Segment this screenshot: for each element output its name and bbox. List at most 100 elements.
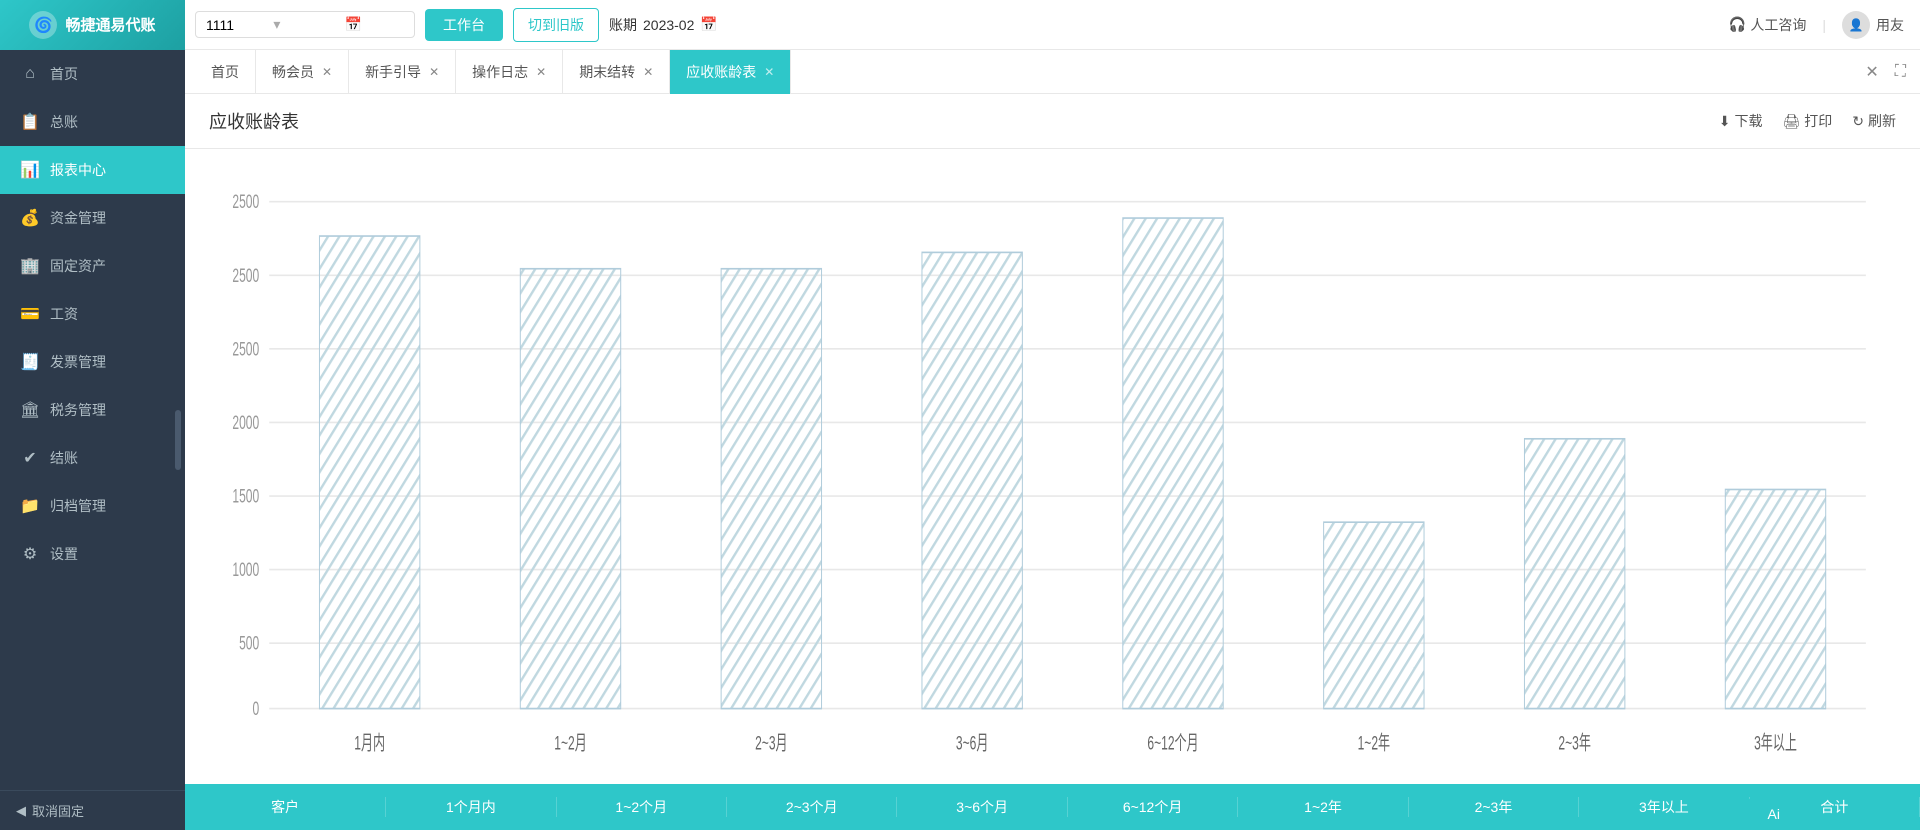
user-menu[interactable]: 👤 用友	[1842, 11, 1904, 39]
user-name: 用友	[1876, 15, 1904, 35]
sidebar-label-settings: 设置	[50, 544, 78, 564]
sidebar-label-assets: 固定资产	[50, 256, 106, 276]
tab-log-label: 操作日志	[472, 62, 528, 82]
sidebar-pin-toggle[interactable]: ◀ 取消固定	[0, 790, 185, 830]
col-2-3year: 2~3年	[1409, 797, 1579, 817]
col-1-2year: 1~2年	[1238, 797, 1408, 817]
sidebar-item-archive[interactable]: 📁 归档管理	[0, 482, 185, 530]
salary-icon: 💳	[20, 304, 40, 324]
sidebar-label-checkout: 结账	[50, 448, 78, 468]
sidebar-label-archive: 归档管理	[50, 496, 106, 516]
pin-icon: ◀	[16, 803, 26, 819]
invoice-icon: 🧾	[20, 352, 40, 372]
calendar-icon[interactable]: 📅	[345, 16, 404, 33]
tab-home[interactable]: 首页	[195, 50, 256, 94]
print-label: 打印	[1804, 111, 1832, 131]
tab-member[interactable]: 畅会员 ✕	[256, 50, 349, 94]
svg-text:2~3年: 2~3年	[1558, 733, 1590, 755]
svg-text:2~3月: 2~3月	[755, 733, 787, 755]
consult-label: 人工咨询	[1750, 15, 1806, 35]
svg-text:0: 0	[253, 698, 260, 720]
tab-period-end[interactable]: 期末结转 ✕	[563, 50, 670, 94]
consult-button[interactable]: 🎧 人工咨询	[1729, 15, 1806, 35]
sidebar-label-ledger: 总账	[50, 112, 78, 132]
tab-period-end-label: 期末结转	[579, 62, 635, 82]
svg-text:6~12个月: 6~12个月	[1147, 733, 1198, 755]
tab-member-close[interactable]: ✕	[322, 65, 332, 79]
download-label: 下载	[1734, 111, 1762, 131]
sidebar-item-checkout[interactable]: ✔ 结账	[0, 434, 185, 482]
sidebar-label-tax: 税务管理	[50, 400, 106, 420]
tab-aging-label: 应收账龄表	[686, 62, 756, 82]
tab-bar: 首页 畅会员 ✕ 新手引导 ✕ 操作日志 ✕ 期末结转 ✕ 应收账龄表 ✕	[185, 50, 1920, 94]
close-all-tabs-button[interactable]: ✕	[1861, 58, 1882, 86]
sidebar-item-invoice[interactable]: 🧾 发票管理	[0, 338, 185, 386]
dropdown-icon: ▾	[273, 16, 332, 33]
workbench-button[interactable]: 工作台	[425, 9, 503, 41]
ai-label: Ai	[1768, 806, 1780, 822]
settings-icon: ⚙	[20, 544, 40, 564]
sidebar-item-salary[interactable]: 💳 工资	[0, 290, 185, 338]
sidebar-item-funds[interactable]: 💰 资金管理	[0, 194, 185, 242]
pin-label: 取消固定	[32, 801, 84, 820]
home-icon: ⌂	[20, 65, 40, 83]
refresh-label: 刷新	[1868, 111, 1896, 131]
sidebar-item-ledger[interactable]: 📋 总账	[0, 98, 185, 146]
svg-text:1~2月: 1~2月	[554, 733, 586, 755]
tab-guide[interactable]: 新手引导 ✕	[349, 50, 456, 94]
svg-text:1~2年: 1~2年	[1358, 733, 1390, 755]
sidebar-nav: ⌂ 首页 📋 总账 📊 报表中心 💰 资金管理 🏢 固定资产 💳 工资	[0, 50, 185, 790]
app-name: 畅捷通易代账	[65, 14, 155, 35]
tab-log[interactable]: 操作日志 ✕	[456, 50, 563, 94]
scroll-indicator	[175, 410, 181, 470]
reports-icon: 📊	[20, 160, 40, 180]
svg-text:1500: 1500	[232, 486, 259, 508]
svg-text:3~6月: 3~6月	[956, 733, 988, 755]
ai-badge[interactable]: Ai	[1748, 798, 1800, 830]
company-name: 1111	[206, 17, 265, 33]
tab-actions: ✕ ⛶	[1861, 58, 1910, 86]
col-3year-plus: 3年以上	[1579, 797, 1749, 817]
tab-aging[interactable]: 应收账龄表 ✕	[670, 50, 791, 94]
refresh-button[interactable]: ↻ 刷新	[1852, 111, 1896, 131]
app-logo: 🌀 畅捷通易代账	[0, 0, 185, 50]
sidebar-item-assets[interactable]: 🏢 固定资产	[0, 242, 185, 290]
ledger-icon: 📋	[20, 112, 40, 132]
sidebar-item-settings[interactable]: ⚙ 设置	[0, 530, 185, 578]
svg-text:1000: 1000	[232, 559, 259, 581]
page-title: 应收账龄表	[209, 108, 299, 134]
download-icon: ⬇	[1719, 113, 1731, 130]
tab-guide-close[interactable]: ✕	[429, 65, 439, 79]
period-area: 账期 2023-02 📅	[609, 15, 718, 35]
period-calendar-icon[interactable]: 📅	[700, 16, 717, 33]
col-6-12month: 6~12个月	[1068, 797, 1238, 817]
tab-period-end-close[interactable]: ✕	[643, 65, 653, 79]
svg-text:3年以上: 3年以上	[1754, 733, 1797, 755]
sidebar-item-home[interactable]: ⌂ 首页	[0, 50, 185, 98]
print-button[interactable]: 🖨 打印	[1782, 111, 1832, 131]
archive-icon: 📁	[20, 496, 40, 516]
svg-text:1月内: 1月内	[354, 733, 385, 755]
headset-icon: 🎧	[1729, 16, 1746, 33]
logo-icon: 🌀	[29, 11, 57, 39]
sidebar-label-invoice: 发票管理	[50, 352, 106, 372]
switch-version-button[interactable]: 切到旧版	[513, 8, 599, 42]
sidebar-item-tax[interactable]: 🏛 税务管理	[0, 386, 185, 434]
tab-guide-label: 新手引导	[365, 62, 421, 82]
table-header: 客户 1个月内 1~2个月 2~3个月 3~6个月 6~12个月	[185, 784, 1920, 830]
svg-text:2500: 2500	[232, 265, 259, 287]
sidebar-label-reports: 报表中心	[50, 160, 106, 180]
maximize-button[interactable]: ⛶	[1891, 59, 1910, 85]
svg-text:2500: 2500	[232, 191, 259, 213]
sidebar: ⌂ 首页 📋 总账 📊 报表中心 💰 资金管理 🏢 固定资产 💳 工资	[0, 50, 185, 830]
col-3-6month: 3~6个月	[897, 797, 1067, 817]
tab-log-close[interactable]: ✕	[536, 65, 546, 79]
company-selector[interactable]: 1111 ▾ 📅	[195, 11, 415, 38]
funds-icon: 💰	[20, 208, 40, 228]
download-button[interactable]: ⬇ 下载	[1719, 111, 1763, 131]
tab-aging-close[interactable]: ✕	[764, 65, 774, 79]
col-2-3month: 2~3个月	[727, 797, 897, 817]
sidebar-item-reports[interactable]: 📊 报表中心	[0, 146, 185, 194]
page-content: 应收账龄表 ⬇ 下载 🖨 打印 ↻ 刷新	[185, 94, 1920, 830]
header-right: 🎧 人工咨询 | 👤 用友	[1729, 11, 1904, 39]
